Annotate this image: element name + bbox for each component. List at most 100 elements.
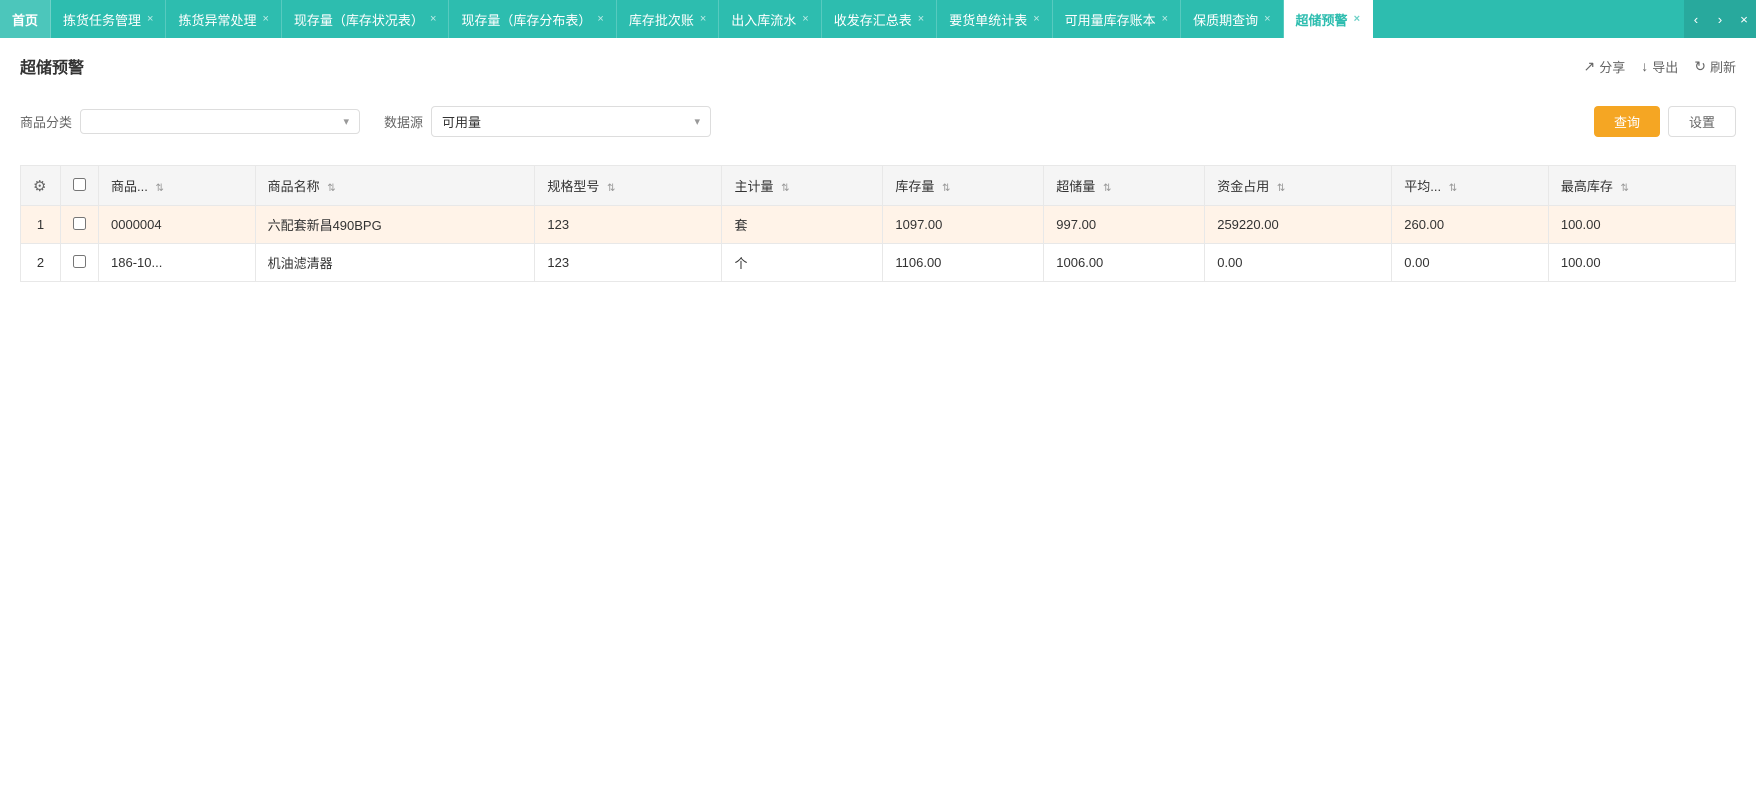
tab-abnormal-close[interactable]: × <box>262 13 268 25</box>
sort-icon-unit[interactable]: ⇅ <box>781 183 789 194</box>
category-label: 商品分类 <box>20 112 72 131</box>
tab-order-stat[interactable]: 要货单统计表 × <box>937 0 1052 38</box>
sort-icon-overstock[interactable]: ⇅ <box>1103 183 1111 194</box>
sort-icon-spec[interactable]: ⇅ <box>607 183 615 194</box>
filter-buttons: 查询 设置 <box>1594 106 1736 137</box>
tab-abnormal[interactable]: 拣货异常处理 × <box>166 0 281 38</box>
refresh-icon: ↻ <box>1694 58 1706 75</box>
export-link[interactable]: ↓ 导出 <box>1641 57 1678 76</box>
cell-product-code-1: 186-10... <box>99 244 256 282</box>
sort-icon-product-name[interactable]: ⇅ <box>327 183 335 194</box>
row-num-0: 1 <box>21 206 61 244</box>
tab-expiry-label: 保质期查询 <box>1193 10 1258 29</box>
datasource-label: 数据源 <box>384 112 423 131</box>
tab-flow-close[interactable]: × <box>802 13 808 25</box>
tab-overstock[interactable]: 超储预警 × <box>1284 0 1373 38</box>
cell-stock-1: 1106.00 <box>883 244 1044 282</box>
tab-home[interactable]: 首页 <box>0 0 51 38</box>
tab-task-label: 拣货任务管理 <box>63 10 141 29</box>
filter-row: 商品分类 ▾ 数据源 可用量 ▾ 查询 设置 <box>20 94 1736 149</box>
cell-product-name-1: 机油滤清器 <box>255 244 535 282</box>
col-overstock-header: 超储量 ⇅ <box>1044 166 1205 206</box>
refresh-link[interactable]: ↻ 刷新 <box>1694 57 1736 76</box>
row-checkbox-1 <box>61 244 99 282</box>
sort-icon-capital[interactable]: ⇅ <box>1277 183 1285 194</box>
tab-inventory-status[interactable]: 现存量（库存状况表） × <box>282 0 449 38</box>
settings-button[interactable]: 设置 <box>1668 106 1736 137</box>
chevron-down-icon: ▾ <box>343 115 349 128</box>
share-label: 分享 <box>1599 57 1625 76</box>
tab-batch-label: 库存批次账 <box>629 10 694 29</box>
tab-batch[interactable]: 库存批次账 × <box>617 0 719 38</box>
datasource-chevron-icon: ▾ <box>695 115 701 128</box>
tab-inventory-dist[interactable]: 现存量（库存分布表） × <box>449 0 616 38</box>
tab-expiry-close[interactable]: × <box>1264 13 1270 25</box>
row-num-1: 2 <box>21 244 61 282</box>
category-select[interactable]: ▾ <box>80 109 360 134</box>
datasource-value: 可用量 <box>442 112 481 131</box>
tab-order-stat-close[interactable]: × <box>1033 13 1039 25</box>
page-actions: ↗ 分享 ↓ 导出 ↻ 刷新 <box>1583 57 1736 76</box>
tab-available-close[interactable]: × <box>1162 13 1168 25</box>
export-icon: ↓ <box>1641 58 1648 74</box>
col-capital-header: 资金占用 ⇅ <box>1205 166 1392 206</box>
tab-overstock-label: 超储预警 <box>1296 10 1348 29</box>
tab-task[interactable]: 拣货任务管理 × <box>51 0 166 38</box>
col-unit-header: 主计量 ⇅ <box>722 166 883 206</box>
sort-icon-avg[interactable]: ⇅ <box>1449 183 1457 194</box>
cell-stock-0: 1097.00 <box>883 206 1044 244</box>
share-link[interactable]: ↗ 分享 <box>1583 57 1625 76</box>
cell-capital-1: 0.00 <box>1205 244 1392 282</box>
tab-summary[interactable]: 收发存汇总表 × <box>822 0 937 38</box>
select-all-checkbox[interactable] <box>73 178 86 191</box>
tab-inventory-status-close[interactable]: × <box>430 13 436 25</box>
row-select-0[interactable] <box>73 217 86 230</box>
table-header-row: ⚙ 商品... ⇅ 商品名称 ⇅ 规格型号 ⇅ 主计量 <box>21 166 1736 206</box>
page-header: 超储预警 ↗ 分享 ↓ 导出 ↻ 刷新 <box>20 54 1736 78</box>
tab-flow[interactable]: 出入库流水 × <box>719 0 821 38</box>
tab-abnormal-label: 拣货异常处理 <box>178 10 256 29</box>
sort-icon-stock[interactable]: ⇅ <box>942 183 950 194</box>
nav-close-button[interactable]: × <box>1732 0 1756 38</box>
tab-inventory-dist-label: 现存量（库存分布表） <box>461 10 591 29</box>
col-stock-header: 库存量 ⇅ <box>883 166 1044 206</box>
cell-unit-1: 个 <box>722 244 883 282</box>
col-product-name-header: 商品名称 ⇅ <box>255 166 535 206</box>
nav-prev-button[interactable]: ‹ <box>1684 0 1708 38</box>
tab-flow-label: 出入库流水 <box>731 10 796 29</box>
datasource-select[interactable]: 可用量 ▾ <box>431 106 711 137</box>
cell-product-name-0: 六配套新昌490BPG <box>255 206 535 244</box>
col-settings: ⚙ <box>21 166 61 206</box>
tab-overstock-close[interactable]: × <box>1354 13 1360 25</box>
cell-max-stock-1: 100.00 <box>1548 244 1735 282</box>
tab-task-close[interactable]: × <box>147 13 153 25</box>
tab-available-label: 可用量库存账本 <box>1065 10 1156 29</box>
col-max-stock-header: 最高库存 ⇅ <box>1548 166 1735 206</box>
nav-next-button[interactable]: › <box>1708 0 1732 38</box>
col-spec-header: 规格型号 ⇅ <box>535 166 722 206</box>
tab-available[interactable]: 可用量库存账本 × <box>1053 0 1181 38</box>
tab-inventory-status-label: 现存量（库存状况表） <box>294 10 424 29</box>
tab-inventory-dist-close[interactable]: × <box>597 13 603 25</box>
tab-expiry[interactable]: 保质期查询 × <box>1181 0 1283 38</box>
query-button[interactable]: 查询 <box>1594 106 1660 137</box>
tab-batch-close[interactable]: × <box>700 13 706 25</box>
cell-avg-1: 0.00 <box>1392 244 1549 282</box>
table-row: 2 186-10... 机油滤清器 123 个 1106.00 1006.00 … <box>21 244 1736 282</box>
row-select-1[interactable] <box>73 255 86 268</box>
col-checkbox-header <box>61 166 99 206</box>
nav-tabs: 首页 拣货任务管理 × 拣货异常处理 × 现存量（库存状况表） × 现存量（库存… <box>0 0 1756 38</box>
tab-summary-close[interactable]: × <box>918 13 924 25</box>
row-checkbox-0 <box>61 206 99 244</box>
gear-icon[interactable]: ⚙ <box>33 178 46 195</box>
table-row: 1 0000004 六配套新昌490BPG 123 套 1097.00 997.… <box>21 206 1736 244</box>
tab-order-stat-label: 要货单统计表 <box>949 10 1027 29</box>
col-avg-header: 平均... ⇅ <box>1392 166 1549 206</box>
cell-capital-0: 259220.00 <box>1205 206 1392 244</box>
sort-icon-product-code[interactable]: ⇅ <box>155 183 163 194</box>
share-icon: ↗ <box>1583 58 1595 75</box>
cell-spec-1: 123 <box>535 244 722 282</box>
cell-avg-0: 260.00 <box>1392 206 1549 244</box>
cell-spec-0: 123 <box>535 206 722 244</box>
sort-icon-max-stock[interactable]: ⇅ <box>1620 183 1628 194</box>
